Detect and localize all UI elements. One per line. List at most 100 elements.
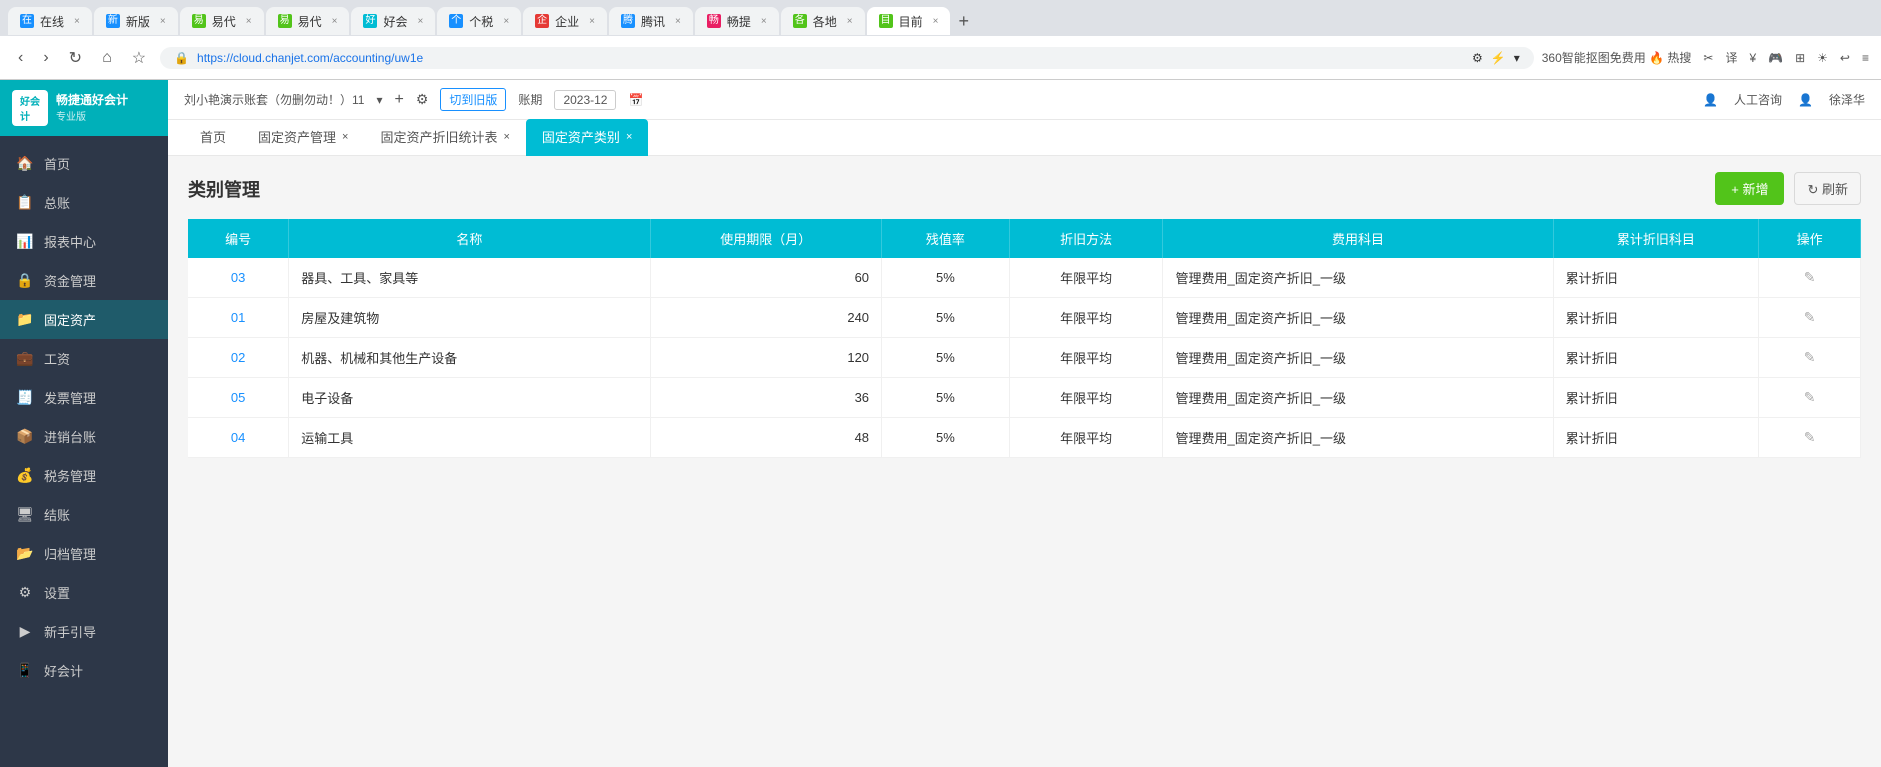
forward-button[interactable]: ›	[37, 47, 54, 69]
back-button[interactable]: ‹	[12, 47, 29, 69]
sidebar-item-settings[interactable]: ⚙ 设置	[0, 573, 168, 612]
sidebar-item-more[interactable]: 📱 好会计	[0, 651, 168, 690]
sidebar-item-asset[interactable]: 📁 固定资产	[0, 300, 168, 339]
cell-action[interactable]: ✎	[1759, 298, 1861, 338]
cell-period: 120	[650, 338, 882, 378]
tab-close-icon[interactable]: ×	[589, 16, 595, 27]
calendar-icon: 📅	[628, 93, 643, 107]
sidebar-item-report[interactable]: 📊 报表中心	[0, 222, 168, 261]
sidebar-item-label: 归档管理	[44, 544, 96, 563]
browser-tab-3[interactable]: 易 易代 ×	[180, 7, 264, 35]
new-tab-button[interactable]: +	[952, 11, 975, 32]
cell-expense: 管理费用_固定资产折旧_一级	[1163, 418, 1553, 458]
tab-close-icon[interactable]: ×	[847, 16, 853, 27]
col-header-residual: 残值率	[882, 219, 1010, 258]
cell-action[interactable]: ✎	[1759, 258, 1861, 298]
cell-code[interactable]: 03	[188, 258, 289, 298]
tab-close-icon[interactable]: ×	[761, 16, 767, 27]
cell-expense: 管理费用_固定资产折旧_一级	[1163, 338, 1553, 378]
browser-tab-7[interactable]: 企 企业 ×	[523, 7, 607, 35]
edit-icon[interactable]: ✎	[1804, 429, 1816, 445]
bookmark-button[interactable]: ☆	[126, 46, 152, 70]
tab-close-icon[interactable]: ×	[675, 16, 681, 27]
page-tab-label: 固定资产类别	[542, 127, 620, 146]
sidebar-item-archive[interactable]: 📂 归档管理	[0, 534, 168, 573]
cell-name: 房屋及建筑物	[289, 298, 650, 338]
tab-favicon: 畅	[707, 14, 721, 28]
sidebar-nav: 🏠 首页 📋 总账 📊 报表中心 🔒 资金管理 📁 固定资产 💼 工资	[0, 136, 168, 767]
page-tab-close-icon[interactable]: ×	[626, 131, 632, 143]
game-icon: 🎮	[1768, 51, 1783, 65]
url-bar[interactable]: 🔒 https://cloud.chanjet.com/accounting/u…	[160, 47, 1534, 69]
page-tab-home[interactable]: 首页	[184, 119, 242, 156]
cell-name: 运输工具	[289, 418, 650, 458]
sidebar-item-salary[interactable]: 💼 工资	[0, 339, 168, 378]
sidebar-item-guide[interactable]: ▶ 新手引导	[0, 612, 168, 651]
tab-close-icon[interactable]: ×	[503, 16, 509, 27]
page-tab-close-icon[interactable]: ×	[342, 131, 348, 143]
refresh-button[interactable]: ↻ 刷新	[1794, 172, 1861, 205]
sidebar-item-fund[interactable]: 🔒 资金管理	[0, 261, 168, 300]
edit-icon[interactable]: ✎	[1804, 269, 1816, 285]
logo-title: 畅捷通好会计	[56, 93, 128, 109]
cell-action[interactable]: ✎	[1759, 378, 1861, 418]
tab-close-icon[interactable]: ×	[74, 16, 80, 27]
browser-tab-11[interactable]: 目 目前 ×	[867, 7, 951, 35]
browser-tab-online[interactable]: 在 在线 ×	[8, 7, 92, 35]
cell-name: 机器、机械和其他生产设备	[289, 338, 650, 378]
tab-close-icon[interactable]: ×	[160, 16, 166, 27]
sidebar-item-home[interactable]: 🏠 首页	[0, 144, 168, 183]
home-button[interactable]: ⌂	[96, 47, 118, 69]
cell-code[interactable]: 04	[188, 418, 289, 458]
browser-tab-10[interactable]: 各 各地 ×	[781, 7, 865, 35]
cell-action[interactable]: ✎	[1759, 418, 1861, 458]
cell-residual: 5%	[882, 378, 1010, 418]
cell-code[interactable]: 01	[188, 298, 289, 338]
dropdown-icon: ▾	[376, 93, 382, 107]
page-tab-asset-mgmt[interactable]: 固定资产管理 ×	[242, 119, 364, 156]
page-tab-depreciation[interactable]: 固定资产折旧统计表 ×	[364, 119, 525, 156]
add-button[interactable]: + 新增	[1715, 172, 1784, 205]
sidebar-item-tax[interactable]: 💰 税务管理	[0, 456, 168, 495]
browser-tab-9[interactable]: 畅 畅提 ×	[695, 7, 779, 35]
tab-label: 畅提	[727, 13, 751, 30]
tab-close-icon[interactable]: ×	[417, 16, 423, 27]
logo-symbol: 好会计	[20, 93, 40, 123]
cell-depreciation: 累计折旧	[1553, 338, 1759, 378]
tab-close-icon[interactable]: ×	[933, 16, 939, 27]
add-account-button[interactable]: +	[395, 91, 404, 109]
sidebar-item-checkout[interactable]: 🖥 结账	[0, 495, 168, 534]
browser-tab-5[interactable]: 好 好会 ×	[351, 7, 435, 35]
browser-tab-6[interactable]: 个 个税 ×	[437, 7, 521, 35]
page-tab-category[interactable]: 固定资产类别 ×	[526, 119, 648, 156]
edit-icon[interactable]: ✎	[1804, 309, 1816, 325]
cell-action[interactable]: ✎	[1759, 338, 1861, 378]
cell-code[interactable]: 02	[188, 338, 289, 378]
cell-depreciation: 累计折旧	[1553, 258, 1759, 298]
edit-icon[interactable]: ✎	[1804, 389, 1816, 405]
browser-actions: 360智能抠图免费用 🔥 热搜 ✂ 译 ¥ 🎮 ⊞ ☀ ↩ ≡	[1542, 49, 1869, 66]
report-icon: 📊	[16, 233, 34, 251]
sidebar-item-inventory[interactable]: 📦 进销台账	[0, 417, 168, 456]
browser-tab-new[interactable]: 新 新版 ×	[94, 7, 178, 35]
sidebar-item-label: 工资	[44, 349, 70, 368]
tab-close-icon[interactable]: ×	[332, 16, 338, 27]
asset-icon: 📁	[16, 311, 34, 329]
edit-icon[interactable]: ✎	[1804, 349, 1816, 365]
page-content: 类别管理 + 新增 ↻ 刷新 编号 名称 使用期限（月） 残值率 折旧方法 费用…	[168, 156, 1881, 767]
page-tab-nav: 首页 固定资产管理 × 固定资产折旧统计表 × 固定资产类别 ×	[168, 120, 1881, 156]
tab-close-icon[interactable]: ×	[246, 16, 252, 27]
table-row: 03 器具、工具、家具等 60 5% 年限平均 管理费用_固定资产折旧_一级 累…	[188, 258, 1861, 298]
browser-tab-8[interactable]: 腾 腾讯 ×	[609, 7, 693, 35]
page-tab-close-icon[interactable]: ×	[503, 131, 509, 143]
sidebar-item-invoice[interactable]: 🧾 发票管理	[0, 378, 168, 417]
settings-button[interactable]: ⚙	[416, 91, 429, 108]
consult-text[interactable]: 人工咨询	[1734, 91, 1782, 108]
reload-button[interactable]: ↻	[63, 46, 88, 70]
switch-version-button[interactable]: 切到旧版	[440, 88, 506, 111]
tab-label: 易代	[212, 13, 236, 30]
browser-tab-4[interactable]: 易 易代 ×	[266, 7, 350, 35]
cell-code[interactable]: 05	[188, 378, 289, 418]
sidebar-item-label: 好会计	[44, 661, 83, 680]
sidebar-item-ledger[interactable]: 📋 总账	[0, 183, 168, 222]
